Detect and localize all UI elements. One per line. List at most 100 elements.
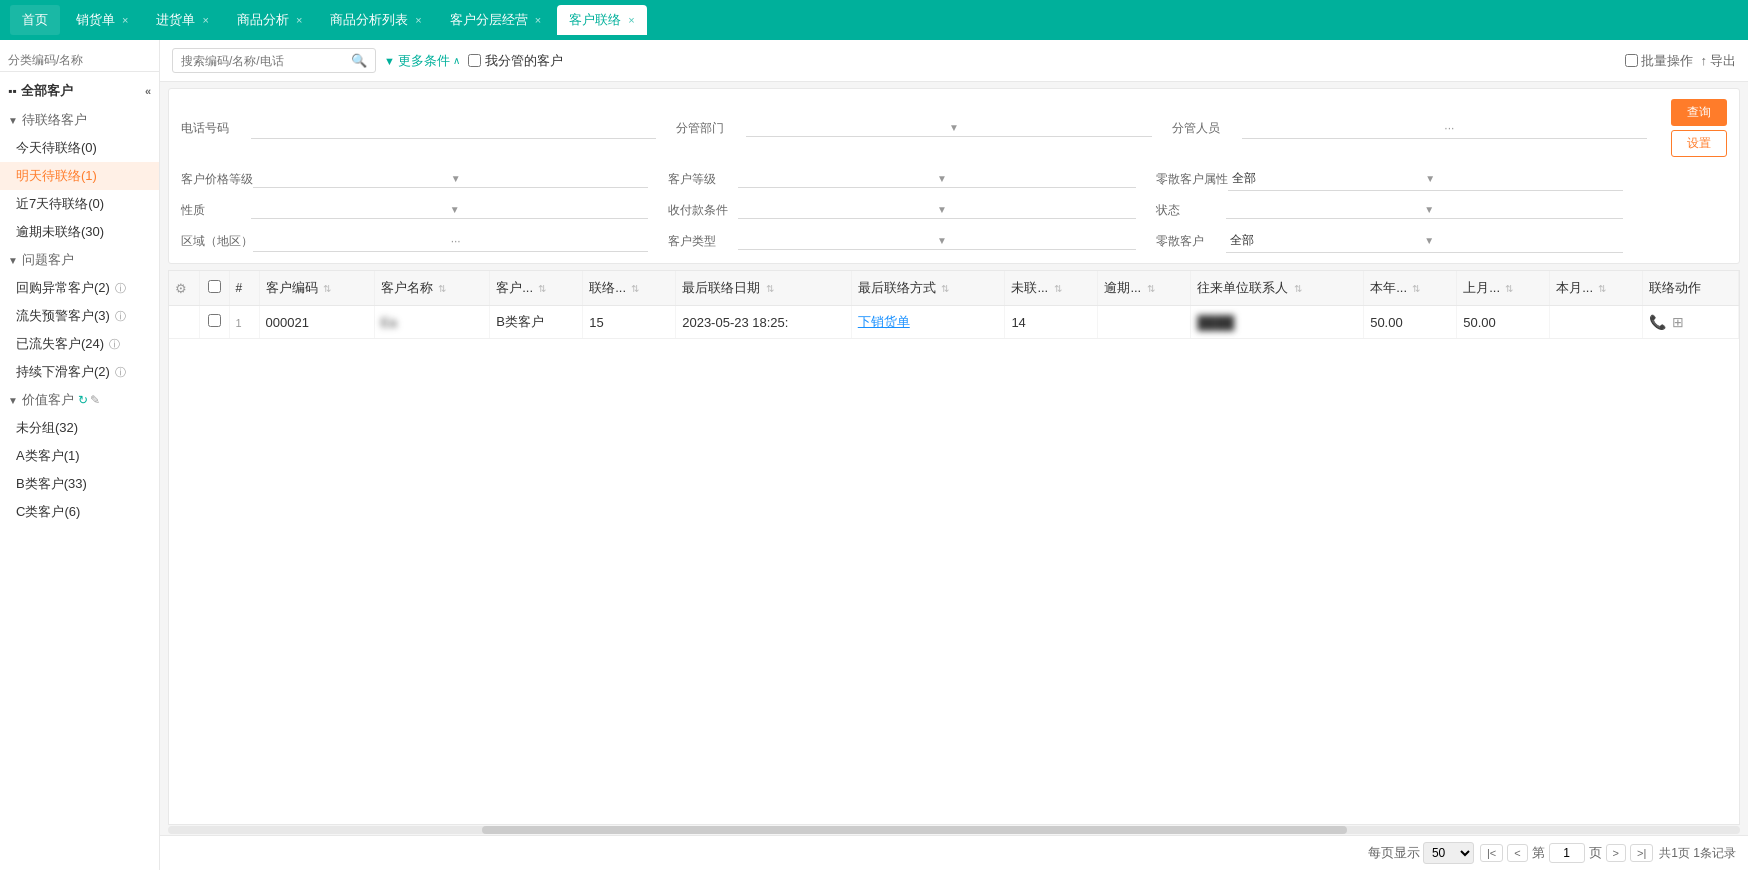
sidebar-group-pending[interactable]: ▼ 待联络客户 xyxy=(0,106,159,134)
nav-customer-tier-close[interactable]: × xyxy=(535,14,541,26)
sort-last-month[interactable]: ⇅ xyxy=(1505,283,1513,294)
nav-product-analysis-close[interactable]: × xyxy=(296,14,302,26)
nav-customer-contact-close[interactable]: × xyxy=(628,14,634,26)
sort-unit-contact[interactable]: ⇅ xyxy=(1294,283,1302,294)
prev-page-btn[interactable]: < xyxy=(1507,844,1527,862)
sidebar-item-churn-warning[interactable]: 流失预警客户(3) ⓘ xyxy=(0,302,159,330)
sidebar-item-type-b[interactable]: B类客户(33) xyxy=(0,470,159,498)
sidebar-group-value[interactable]: ▼ 价值客户 ↻ ✎ xyxy=(0,386,159,414)
th-last-contact-date: 最后联络日期 ⇅ xyxy=(676,271,852,306)
nav-sales-order-close[interactable]: × xyxy=(122,14,128,26)
sort-this-year[interactable]: ⇅ xyxy=(1412,283,1420,294)
page-size-wrapper: 每页显示 50 100 200 xyxy=(1368,842,1474,864)
abnormal-repurchase-label: 回购异常客户(2) xyxy=(16,280,110,295)
customer-code-value: 000021 xyxy=(266,315,309,330)
current-page-input[interactable] xyxy=(1549,843,1585,863)
nav-product-analysis[interactable]: 商品分析 × xyxy=(225,5,314,35)
filter-manager-select[interactable]: ··· xyxy=(1242,118,1647,139)
nav-product-analysis-list[interactable]: 商品分析列表 × xyxy=(318,5,433,35)
filter-customer-level-select[interactable]: ▼ xyxy=(738,170,1135,188)
sort-customer-code[interactable]: ⇅ xyxy=(323,283,331,294)
sort-last-contact-method[interactable]: ⇅ xyxy=(941,283,949,294)
sidebar-collapse-icon[interactable]: « xyxy=(145,85,151,97)
table-row: 1 000021 Ea B类客户 15 xyxy=(169,306,1739,339)
sidebar-item-type-a[interactable]: A类客户(1) xyxy=(0,442,159,470)
nav-customer-contact[interactable]: 客户联络 × xyxy=(557,5,646,35)
nav-purchase-order[interactable]: 进货单 × xyxy=(144,5,220,35)
action-grid-icon[interactable]: ⊞ xyxy=(1672,314,1684,330)
settings-button[interactable]: 设置 xyxy=(1671,130,1727,157)
batch-op-btn[interactable]: 批量操作 xyxy=(1625,52,1693,70)
filter-payment-select[interactable]: ▼ xyxy=(738,201,1135,219)
column-settings-icon[interactable]: ⚙ xyxy=(175,281,187,296)
sidebar-item-tomorrow-contact[interactable]: 明天待联络(1) xyxy=(0,162,159,190)
filter-scattered-attr-select[interactable]: 全部 ▼ xyxy=(1228,167,1623,191)
filter-region-select[interactable]: ··· xyxy=(253,231,648,252)
batch-op-label: 批量操作 xyxy=(1641,52,1693,70)
filter-scattered-select[interactable]: 全部 ▼ xyxy=(1226,229,1623,253)
filter-status: 状态 ▼ xyxy=(1156,201,1623,219)
row-checkbox[interactable] xyxy=(208,314,221,327)
last-month-value: 50.00 xyxy=(1463,315,1496,330)
select-all-checkbox[interactable] xyxy=(208,280,221,293)
filter-dept-select[interactable]: ▼ xyxy=(746,119,1151,137)
td-this-month xyxy=(1550,306,1643,339)
page-size-select[interactable]: 50 100 200 xyxy=(1423,842,1474,864)
sidebar-all-customers[interactable]: ▪▪ 全部客户 « xyxy=(0,76,159,106)
batch-checkbox[interactable] xyxy=(1625,54,1638,67)
my-customers-checkbox-label[interactable]: 我分管的客户 xyxy=(468,52,563,70)
main-layout: 🔍 ▪▪ 全部客户 « ▼ 待联络客户 今天待联络(0) 明天待联络(1) 近7… xyxy=(0,40,1748,870)
my-customers-checkbox[interactable] xyxy=(468,54,481,67)
action-phone-icon[interactable]: 📞 xyxy=(1649,314,1666,330)
first-page-btn[interactable]: |< xyxy=(1480,844,1503,862)
th-action: 联络动作 xyxy=(1643,271,1739,306)
sidebar-item-7day-contact[interactable]: 近7天待联络(0) xyxy=(0,190,159,218)
more-conditions-btn[interactable]: ▼ 更多条件 ∧ xyxy=(384,52,460,70)
sidebar-search-input[interactable] xyxy=(8,53,158,67)
sidebar-item-overdue-contact[interactable]: 逾期未联络(30) xyxy=(0,218,159,246)
sort-customer-type[interactable]: ⇅ xyxy=(538,283,546,294)
export-btn[interactable]: ↑ 导出 xyxy=(1701,52,1737,70)
filter-customer-type-select[interactable]: ▼ xyxy=(738,232,1135,250)
sidebar-item-churned[interactable]: 已流失客户(24) ⓘ xyxy=(0,330,159,358)
horizontal-scrollbar[interactable] xyxy=(168,825,1740,835)
next-page-btn[interactable]: > xyxy=(1606,844,1626,862)
nav-purchase-order-close[interactable]: × xyxy=(202,14,208,26)
sidebar-item-declining[interactable]: 持续下滑客户(2) ⓘ xyxy=(0,358,159,386)
filter-price-level-select[interactable]: ▼ xyxy=(253,170,648,188)
sidebar-item-type-c[interactable]: C类客户(6) xyxy=(0,498,159,526)
nav-home[interactable]: 首页 xyxy=(10,5,60,35)
table-container: ⚙ # 客户编码 ⇅ 客户名称 ⇅ xyxy=(168,270,1740,825)
filter-manager-label: 分管人员 xyxy=(1172,120,1242,137)
scroll-thumb[interactable] xyxy=(482,826,1347,834)
search-input[interactable] xyxy=(181,54,351,68)
problem-label: 问题客户 xyxy=(22,251,74,269)
query-button[interactable]: 查询 xyxy=(1671,99,1727,126)
sort-overdue[interactable]: ⇅ xyxy=(1147,283,1155,294)
sidebar-group-problem[interactable]: ▼ 问题客户 xyxy=(0,246,159,274)
last-page-btn[interactable]: >| xyxy=(1630,844,1653,862)
td-index: 1 xyxy=(229,306,259,339)
my-customers-label: 我分管的客户 xyxy=(485,52,563,70)
search-button[interactable]: 🔍 xyxy=(351,53,367,68)
filter-buttons: 查询 设置 xyxy=(1671,99,1727,157)
declining-label: 持续下滑客户(2) xyxy=(16,364,110,379)
sidebar-item-today-contact[interactable]: 今天待联络(0) xyxy=(0,134,159,162)
sort-last-contact-date[interactable]: ⇅ xyxy=(766,283,774,294)
sort-contacts[interactable]: ⇅ xyxy=(631,283,639,294)
filter-phone-input[interactable] xyxy=(251,118,656,139)
sort-customer-name[interactable]: ⇅ xyxy=(438,283,446,294)
filter-nature-select[interactable]: ▼ xyxy=(251,201,648,219)
nav-sales-order[interactable]: 销货单 × xyxy=(64,5,140,35)
sidebar-item-ungrouped[interactable]: 未分组(32) xyxy=(0,414,159,442)
more-conditions-label: 更多条件 xyxy=(398,52,450,70)
sidebar-item-abnormal-repurchase[interactable]: 回购异常客户(2) ⓘ xyxy=(0,274,159,302)
nav-customer-tier[interactable]: 客户分层经营 × xyxy=(438,5,553,35)
last-contact-method-value[interactable]: 下销货单 xyxy=(858,314,910,329)
td-unit-contact: ████ xyxy=(1191,306,1364,339)
sort-no-contact[interactable]: ⇅ xyxy=(1054,283,1062,294)
td-settings xyxy=(169,306,199,339)
nav-product-analysis-list-close[interactable]: × xyxy=(415,14,421,26)
sort-this-month[interactable]: ⇅ xyxy=(1598,283,1606,294)
filter-status-select[interactable]: ▼ xyxy=(1226,201,1623,219)
